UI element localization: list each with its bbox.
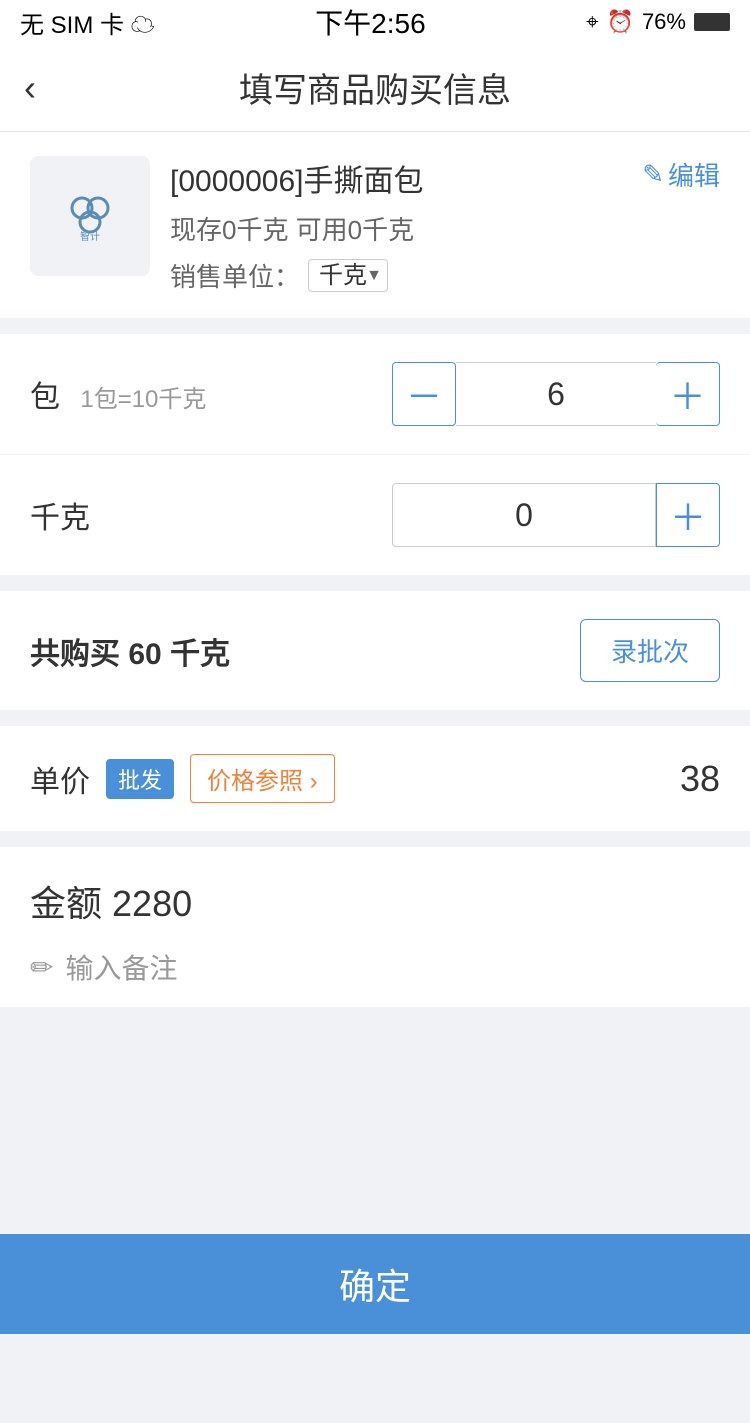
- battery-icon: [694, 13, 730, 31]
- qty-plus-kg[interactable]: ＋: [656, 483, 720, 547]
- status-time: 下午2:56: [315, 2, 426, 42]
- product-unit: 销售单位： 千克: [170, 257, 720, 294]
- page-title: 填写商品购买信息: [239, 63, 511, 112]
- price-section: 单价 批发 价格参照 › 38: [0, 726, 750, 831]
- qty-control-bao: － ＋: [392, 362, 720, 426]
- quantity-row-kg: 千克 ＋: [0, 455, 750, 575]
- product-info: [0000006]手撕面包 ✎ 编辑 现存0千克 可用0千克 销售单位： 千克: [170, 156, 720, 294]
- status-left: 无 SIM 卡 ☁: [20, 5, 155, 40]
- product-logo-icon: 智计: [60, 186, 120, 246]
- product-card: 智计 [0000006]手撕面包 ✎ 编辑 现存0千克 可用0千克 销售单位： …: [0, 132, 750, 318]
- nav-bar: ‹ 填写商品购买信息: [0, 44, 750, 132]
- qty-label-bao: 包 1包=10千克: [30, 372, 392, 416]
- confirm-button[interactable]: 确定: [0, 1234, 750, 1334]
- amount-row: 金额 2280: [30, 875, 720, 927]
- total-row: 共购买 60 千克 录批次: [0, 591, 750, 710]
- quantity-row-bao: 包 1包=10千克 － ＋: [0, 334, 750, 455]
- location-icon: ⌖: [586, 9, 598, 35]
- qty-input-kg[interactable]: [392, 483, 656, 547]
- status-bar: 无 SIM 卡 ☁ 下午2:56 ⌖ ⏰ 76%: [0, 0, 750, 44]
- qty-label-kg: 千克: [30, 493, 392, 537]
- alarm-icon: ⏰: [607, 9, 634, 35]
- status-right: ⌖ ⏰ 76%: [586, 9, 730, 35]
- edit-button[interactable]: ✎ 编辑: [642, 156, 720, 193]
- svg-text:智计: 智计: [80, 230, 100, 243]
- qty-plus-bao[interactable]: ＋: [656, 362, 720, 426]
- product-stock: 现存0千克 可用0千克: [170, 210, 720, 247]
- amount-section: 金额 2280 ✏ 输入备注: [0, 847, 750, 1007]
- pencil-icon: ✏: [30, 951, 53, 984]
- total-value: 60: [128, 638, 161, 671]
- qty-input-bao[interactable]: [456, 362, 656, 426]
- note-placeholder: 输入备注: [65, 947, 177, 987]
- edit-label: 编辑: [668, 156, 720, 193]
- batch-button[interactable]: 录批次: [580, 619, 720, 682]
- unit-select-wrap[interactable]: 千克: [308, 259, 388, 292]
- total-label: 共购买 60 千克: [30, 629, 230, 673]
- note-row[interactable]: ✏ 输入备注: [30, 947, 720, 987]
- unit-label: 销售单位：: [170, 257, 300, 294]
- qty-minus-bao[interactable]: －: [392, 362, 456, 426]
- product-name: [0000006]手撕面包: [170, 156, 423, 200]
- product-image: 智计: [30, 156, 150, 276]
- amount-value: 2280: [112, 883, 192, 924]
- unit-select[interactable]: 千克: [308, 259, 388, 292]
- edit-icon: ✎: [642, 159, 664, 190]
- battery-text: 76%: [642, 9, 686, 35]
- price-ref-button[interactable]: 价格参照 ›: [190, 754, 335, 803]
- signal-text: 无 SIM 卡 ☁: [20, 5, 155, 40]
- price-tag-wholesale: 批发: [106, 759, 174, 799]
- price-label: 单价: [30, 757, 90, 801]
- quantity-section: 包 1包=10千克 － ＋ 千克 ＋: [0, 334, 750, 575]
- back-button[interactable]: ‹: [24, 67, 36, 109]
- qty-control-kg: ＋: [392, 483, 720, 547]
- qty-hint-bao: 1包=10千克: [80, 386, 206, 413]
- price-value: 38: [680, 758, 720, 800]
